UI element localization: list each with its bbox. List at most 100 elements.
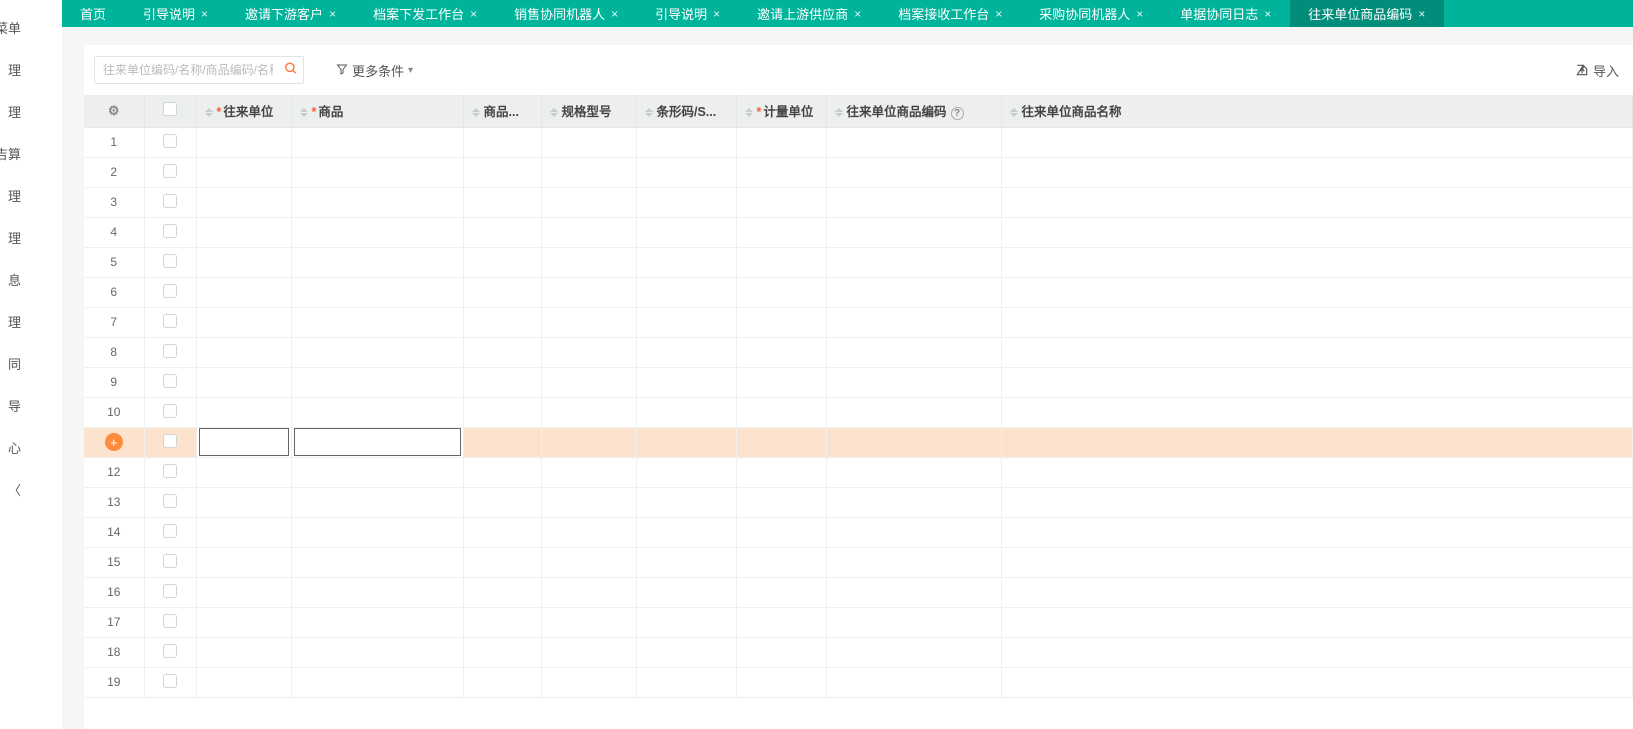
cell-goods_cat[interactable] [463, 517, 541, 547]
cell-input-unit[interactable] [199, 428, 289, 456]
close-icon[interactable]: × [470, 8, 477, 20]
cell-partner_name[interactable] [1001, 127, 1633, 157]
sort-icon[interactable] [835, 108, 843, 117]
help-icon[interactable]: ? [951, 107, 964, 120]
cell-measure[interactable] [736, 607, 826, 637]
cell-goods[interactable] [291, 277, 463, 307]
cell-goods[interactable] [291, 667, 463, 697]
tab-4[interactable]: 销售协同机器人× [496, 0, 637, 27]
cell-goods[interactable] [291, 307, 463, 337]
table-row[interactable]: 16 [84, 577, 1633, 607]
sort-icon[interactable] [300, 108, 308, 117]
cell-goods_cat[interactable] [463, 247, 541, 277]
cell-goods[interactable] [291, 337, 463, 367]
cell-partner_code[interactable] [826, 427, 1001, 457]
cell-barcode[interactable] [636, 367, 736, 397]
cell-barcode[interactable] [636, 547, 736, 577]
sort-icon[interactable] [205, 108, 213, 117]
cell-goods_cat[interactable] [463, 667, 541, 697]
search-input[interactable] [94, 56, 304, 84]
cell-goods[interactable] [291, 217, 463, 247]
cell-measure[interactable] [736, 577, 826, 607]
cell-spec[interactable] [541, 337, 636, 367]
cell-measure[interactable] [736, 217, 826, 247]
row-checkbox[interactable] [163, 344, 177, 358]
cell-spec[interactable] [541, 367, 636, 397]
cell-goods[interactable] [291, 607, 463, 637]
sort-icon[interactable] [472, 108, 480, 117]
table-row[interactable]: 17 [84, 607, 1633, 637]
cell-measure[interactable] [736, 457, 826, 487]
table-row[interactable]: 7 [84, 307, 1633, 337]
col-header-goods_cat[interactable]: 商品... [463, 95, 541, 127]
table-row[interactable]: 6 [84, 277, 1633, 307]
cell-partner_code[interactable] [826, 397, 1001, 427]
cell-goods_cat[interactable] [463, 397, 541, 427]
sidebar-item-4[interactable]: 理 [0, 174, 23, 216]
cell-goods_cat[interactable] [463, 547, 541, 577]
cell-barcode[interactable] [636, 667, 736, 697]
row-checkbox[interactable] [163, 644, 177, 658]
gear-icon[interactable]: ⚙ [108, 103, 120, 118]
col-header-spec[interactable]: 规格型号 [541, 95, 636, 127]
table-row[interactable]: + [84, 427, 1633, 457]
more-conditions-button[interactable]: 更多条件 ▾ [336, 61, 413, 80]
cell-barcode[interactable] [636, 247, 736, 277]
cell-barcode[interactable] [636, 487, 736, 517]
table-row[interactable]: 13 [84, 487, 1633, 517]
cell-barcode[interactable] [636, 217, 736, 247]
cell-partner_code[interactable] [826, 547, 1001, 577]
select-all-checkbox[interactable] [163, 102, 177, 116]
row-checkbox[interactable] [163, 254, 177, 268]
cell-unit[interactable] [196, 487, 291, 517]
row-checkbox[interactable] [163, 284, 177, 298]
cell-measure[interactable] [736, 247, 826, 277]
cell-partner_name[interactable] [1001, 607, 1633, 637]
cell-goods[interactable] [291, 517, 463, 547]
cell-goods_cat[interactable] [463, 157, 541, 187]
table-row[interactable]: 3 [84, 187, 1633, 217]
cell-measure[interactable] [736, 337, 826, 367]
close-icon[interactable]: × [611, 8, 618, 20]
close-icon[interactable]: × [713, 8, 720, 20]
cell-spec[interactable] [541, 577, 636, 607]
table-row[interactable]: 10 [84, 397, 1633, 427]
cell-goods_cat[interactable] [463, 217, 541, 247]
row-checkbox[interactable] [163, 554, 177, 568]
row-checkbox[interactable] [163, 134, 177, 148]
cell-barcode[interactable] [636, 427, 736, 457]
cell-barcode[interactable] [636, 157, 736, 187]
cell-partner_code[interactable] [826, 607, 1001, 637]
export-button[interactable]: 导入 [1571, 61, 1623, 80]
cell-partner_name[interactable] [1001, 247, 1633, 277]
tab-1[interactable]: 引导说明× [125, 0, 227, 27]
cell-goods_cat[interactable] [463, 487, 541, 517]
cell-partner_code[interactable] [826, 247, 1001, 277]
cell-spec[interactable] [541, 397, 636, 427]
cell-goods[interactable] [291, 547, 463, 577]
add-row-button[interactable]: + [105, 433, 123, 451]
tab-10[interactable]: 往来单位商品编码× [1290, 0, 1444, 27]
cell-spec[interactable] [541, 217, 636, 247]
row-checkbox[interactable] [163, 314, 177, 328]
cell-barcode[interactable] [636, 307, 736, 337]
sort-icon[interactable] [550, 108, 558, 117]
cell-partner_name[interactable] [1001, 307, 1633, 337]
cell-measure[interactable] [736, 667, 826, 697]
cell-spec[interactable] [541, 307, 636, 337]
sidebar-item-7[interactable]: 理 [0, 300, 23, 342]
tab-8[interactable]: 采购协同机器人× [1021, 0, 1162, 27]
cell-goods[interactable] [291, 487, 463, 517]
row-checkbox[interactable] [163, 194, 177, 208]
sort-icon[interactable] [1010, 108, 1018, 117]
cell-goods[interactable] [291, 157, 463, 187]
cell-spec[interactable] [541, 277, 636, 307]
cell-goods_cat[interactable] [463, 427, 541, 457]
tab-6[interactable]: 邀请上游供应商× [739, 0, 880, 27]
row-checkbox[interactable] [163, 614, 177, 628]
cell-unit[interactable] [196, 337, 291, 367]
row-checkbox[interactable] [163, 524, 177, 538]
row-checkbox[interactable] [163, 374, 177, 388]
cell-barcode[interactable] [636, 517, 736, 547]
cell-unit[interactable] [196, 427, 291, 457]
